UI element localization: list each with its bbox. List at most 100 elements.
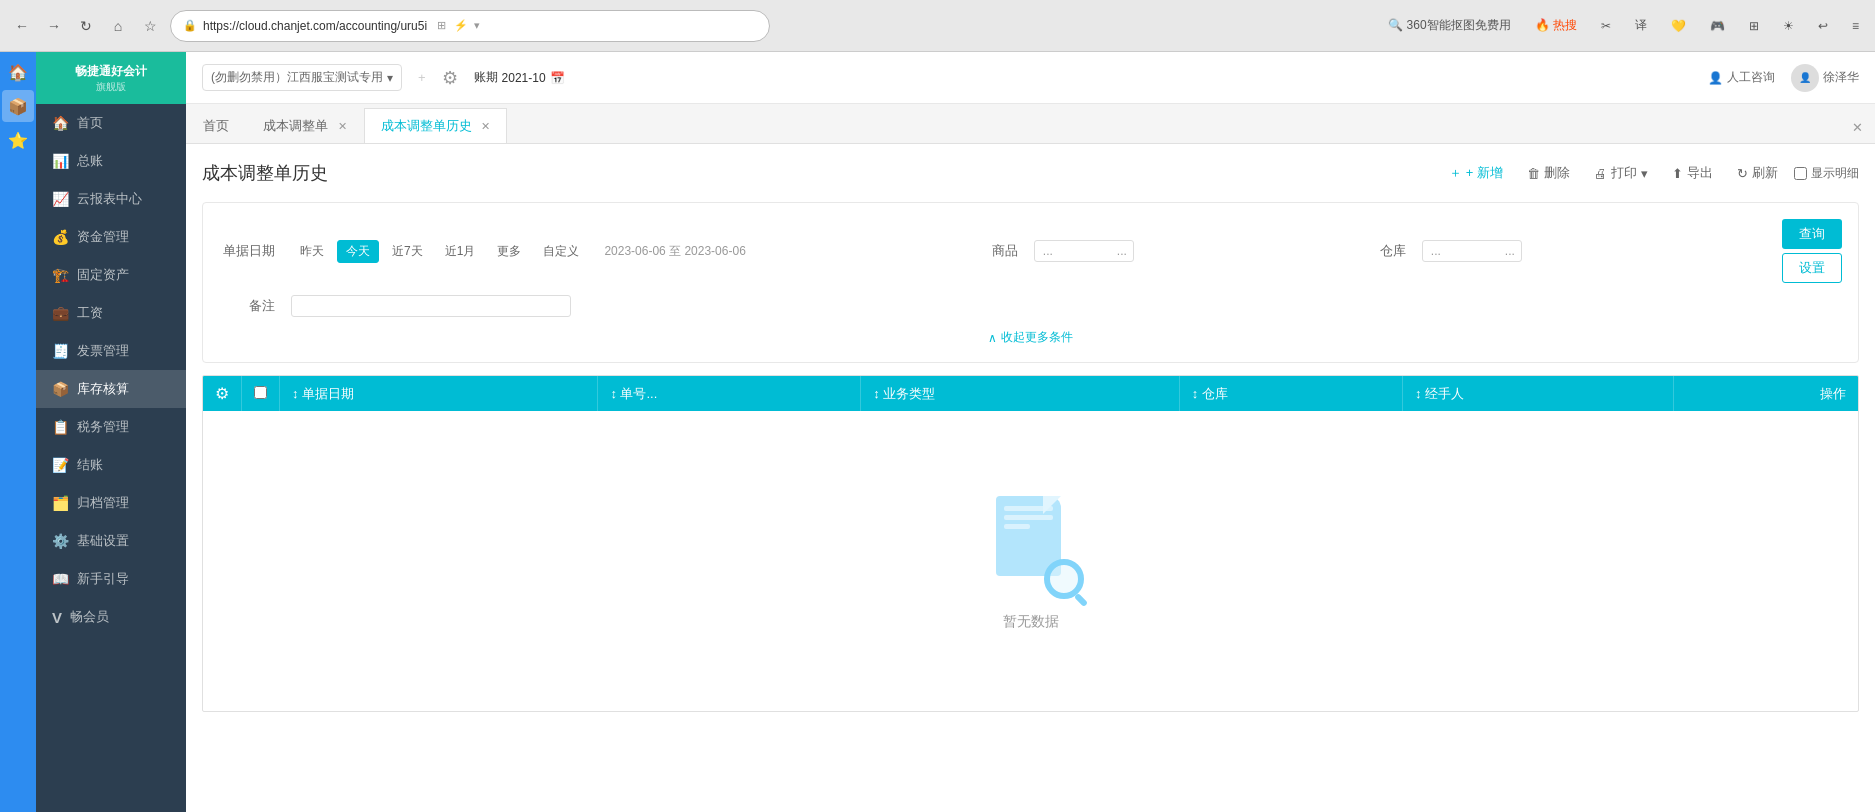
forward-button[interactable]: → — [40, 12, 68, 40]
th-type-label: ↕ 业务类型 — [873, 386, 935, 401]
th-date[interactable]: ↕ 单据日期 — [280, 376, 598, 411]
empty-illustration — [976, 491, 1086, 601]
th-settings[interactable]: ⚙ — [203, 376, 242, 411]
collapse-button[interactable]: ∧ 收起更多条件 — [988, 329, 1073, 346]
print-button[interactable]: 🖨 打印 ▾ — [1586, 160, 1656, 186]
query-button[interactable]: 查询 — [1782, 219, 1842, 249]
refresh-label: 刷新 — [1752, 164, 1778, 182]
close-all-tabs[interactable]: ✕ — [1840, 112, 1875, 143]
address-bar[interactable]: 🔒 https://cloud.chanjet.com/accounting/u… — [170, 10, 770, 42]
goods-select-box[interactable]: ... — [1034, 240, 1134, 262]
filter-settings-button[interactable]: 设置 — [1782, 253, 1842, 283]
warehouse-filter-label: 仓库 — [1350, 242, 1406, 260]
page-tabs: 首页 成本调整单 ✕ 成本调整单历史 ✕ ✕ — [186, 104, 1875, 144]
settings-gear-header[interactable]: ⚙ — [442, 67, 458, 89]
show-cols-checkbox[interactable]: 显示明细 — [1794, 165, 1859, 182]
sidebar-item-reports[interactable]: 📈 云报表中心 — [36, 180, 186, 218]
goods-filter-select[interactable]: ... — [1034, 240, 1134, 262]
guide-icon: 📖 — [52, 571, 69, 587]
date-btn-today[interactable]: 今天 — [337, 240, 379, 263]
icon-bar-home[interactable]: 🏠 — [2, 56, 34, 88]
tab-home[interactable]: 首页 — [186, 108, 246, 143]
bookmark-button[interactable]: ☆ — [136, 12, 164, 40]
show-cols-label: 显示明细 — [1811, 165, 1859, 182]
tab-cost-adjust-history-close[interactable]: ✕ — [481, 120, 490, 132]
doc-fold — [1043, 496, 1061, 514]
refresh-button[interactable]: ↻ 刷新 — [1729, 160, 1786, 186]
sidebar-label-payroll: 工资 — [77, 304, 103, 322]
warehouse-select-box[interactable]: ... — [1422, 240, 1522, 262]
translate-tool[interactable]: 译 — [1627, 13, 1655, 38]
sidebar-item-ledger[interactable]: 📊 总账 — [36, 142, 186, 180]
support-btn[interactable]: 👤 人工咨询 — [1708, 69, 1775, 86]
sidebar-item-home[interactable]: 🏠 首页 — [36, 104, 186, 142]
date-btn-custom[interactable]: 自定义 — [534, 240, 588, 263]
company-selector[interactable]: (勿删勿禁用）江西服宝测试专用 ▾ — [202, 64, 402, 91]
th-type[interactable]: ↕ 业务类型 — [861, 376, 1179, 411]
sidebar-item-invoice[interactable]: 🧾 发票管理 — [36, 332, 186, 370]
page-title-bar: 成本调整单历史 ＋ + 新增 🗑 删除 🖨 打印 ▾ — [202, 160, 1859, 186]
search-handle — [1073, 593, 1087, 607]
th-action: 操作 — [1673, 376, 1858, 411]
doc-line2 — [1004, 515, 1053, 520]
icon-bar-star[interactable]: ⭐ — [2, 124, 34, 156]
th-operator[interactable]: ↕ 经手人 — [1403, 376, 1674, 411]
archive-icon: 🗂️ — [52, 495, 69, 511]
sidebar: 畅捷通好会计 旗舰版 🏠 首页 📊 总账 📈 云报表中心 💰 资金管理 🏗️ 固… — [36, 52, 186, 812]
note-filter-input[interactable] — [291, 295, 571, 317]
reload-button[interactable]: ↻ — [72, 12, 100, 40]
sidebar-item-membership[interactable]: V 畅会员 — [36, 598, 186, 636]
sidebar-logo[interactable]: 畅捷通好会计 旗舰版 — [36, 52, 186, 104]
warehouse-filter-select[interactable]: ... — [1422, 240, 1522, 262]
hot-search[interactable]: 🔥 热搜 — [1527, 13, 1585, 38]
th-checkbox[interactable] — [242, 376, 280, 411]
undo-tool[interactable]: ↩ — [1810, 15, 1836, 37]
menu-tool[interactable]: ≡ — [1844, 15, 1867, 37]
sidebar-item-fixed-assets[interactable]: 🏗️ 固定资产 — [36, 256, 186, 294]
search-tool[interactable]: 🔍 360智能抠图免费用 — [1380, 13, 1518, 38]
tab-cost-adjust-close[interactable]: ✕ — [338, 120, 347, 132]
sidebar-item-settings[interactable]: ⚙️ 基础设置 — [36, 522, 186, 560]
select-all-checkbox[interactable] — [254, 386, 267, 399]
sidebar-item-tax[interactable]: 📋 税务管理 — [36, 408, 186, 446]
add-button[interactable]: ＋ + 新增 — [1441, 160, 1511, 186]
tab-cost-adjust-history[interactable]: 成本调整单历史 ✕ — [364, 108, 508, 143]
sidebar-item-guide[interactable]: 📖 新手引导 — [36, 560, 186, 598]
scissors-tool[interactable]: ✂ — [1593, 15, 1619, 37]
th-number[interactable]: ↕ 单号... — [598, 376, 861, 411]
th-action-label: 操作 — [1820, 386, 1846, 401]
delete-button[interactable]: 🗑 删除 — [1519, 160, 1578, 186]
date-btn-1month[interactable]: 近1月 — [436, 240, 485, 263]
app-container: 🏠 📦 ⭐ 畅捷通好会计 旗舰版 🏠 首页 📊 总账 📈 云报表中心 💰 资金管… — [0, 52, 1875, 812]
delete-label: 删除 — [1544, 164, 1570, 182]
sidebar-item-payroll[interactable]: 💼 工资 — [36, 294, 186, 332]
export-button[interactable]: ⬆ 导出 — [1664, 160, 1721, 186]
sidebar-item-archive[interactable]: 🗂️ 归档管理 — [36, 484, 186, 522]
game-tool[interactable]: 🎮 — [1702, 15, 1733, 37]
sidebar-label-fixed-assets: 固定资产 — [77, 266, 129, 284]
show-cols-input[interactable] — [1794, 167, 1807, 180]
user-profile-btn[interactable]: 👤 徐泽华 — [1791, 64, 1859, 92]
back-button[interactable]: ← — [8, 12, 36, 40]
sidebar-item-closing[interactable]: 📝 结账 — [36, 446, 186, 484]
th-warehouse[interactable]: ↕ 仓库 — [1179, 376, 1402, 411]
home-button[interactable]: ⌂ — [104, 12, 132, 40]
wallet-tool[interactable]: 💛 — [1663, 15, 1694, 37]
date-btn-yesterday[interactable]: 昨天 — [291, 240, 333, 263]
date-btn-7days[interactable]: 近7天 — [383, 240, 432, 263]
support-label: 人工咨询 — [1727, 69, 1775, 86]
url-text: https://cloud.chanjet.com/accounting/uru… — [203, 19, 427, 33]
main-content: (勿删勿禁用）江西服宝测试专用 ▾ + ⚙ 账期 2021-10 📅 👤 人工咨… — [186, 52, 1875, 812]
sidebar-label-archive: 归档管理 — [77, 494, 129, 512]
brightness-tool[interactable]: ☀ — [1775, 15, 1802, 37]
calendar-icon: 📅 — [550, 71, 565, 85]
sidebar-item-funds[interactable]: 💰 资金管理 — [36, 218, 186, 256]
date-btn-more[interactable]: 更多 — [488, 240, 530, 263]
sidebar-item-inventory[interactable]: 📦 库存核算 — [36, 370, 186, 408]
table-settings-icon[interactable]: ⚙ — [215, 385, 229, 402]
icon-bar-active[interactable]: 📦 — [2, 90, 34, 122]
tab-cost-adjust[interactable]: 成本调整单 ✕ — [246, 108, 364, 143]
grid-tool[interactable]: ⊞ — [1741, 15, 1767, 37]
th-number-label: ↕ 单号... — [610, 386, 657, 401]
sidebar-label-reports: 云报表中心 — [77, 190, 142, 208]
